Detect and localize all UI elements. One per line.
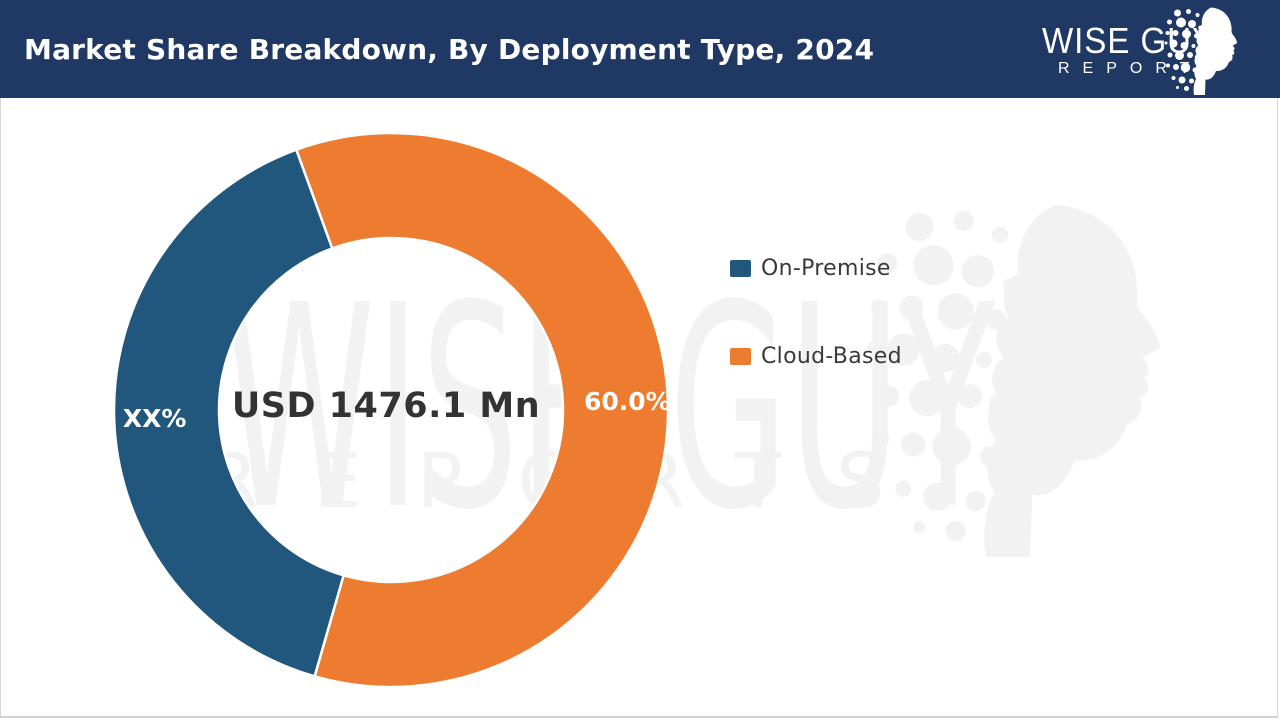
legend-item-cloud-based[interactable]: Cloud-Based: [730, 344, 902, 369]
page: Market Share Breakdown, By Deployment Ty…: [0, 0, 1280, 720]
legend-label: Cloud-Based: [761, 344, 902, 369]
slice-label-on-premise: XX%: [123, 404, 187, 433]
legend-item-on-premise[interactable]: On-Premise: [730, 256, 902, 281]
legend-label: On-Premise: [761, 256, 891, 281]
slice-label-cloud-based: 60.0%: [584, 387, 671, 416]
page-title: Market Share Breakdown, By Deployment Ty…: [24, 32, 875, 66]
legend: On-Premise Cloud-Based: [730, 256, 902, 369]
logo-face-icon: [1164, 7, 1238, 95]
donut-center-value: USD 1476.1 Mn: [231, 386, 541, 426]
wise-guy-logo: WISE GUY REPORTS: [1036, 4, 1272, 96]
chart-area: WISE GUY REPORTS 60.0%XX% USD 1476.1 Mn …: [0, 98, 1278, 718]
legend-swatch-cloud-based: [730, 348, 751, 365]
header-bar: Market Share Breakdown, By Deployment Ty…: [0, 0, 1280, 98]
legend-swatch-on-premise: [730, 260, 751, 277]
